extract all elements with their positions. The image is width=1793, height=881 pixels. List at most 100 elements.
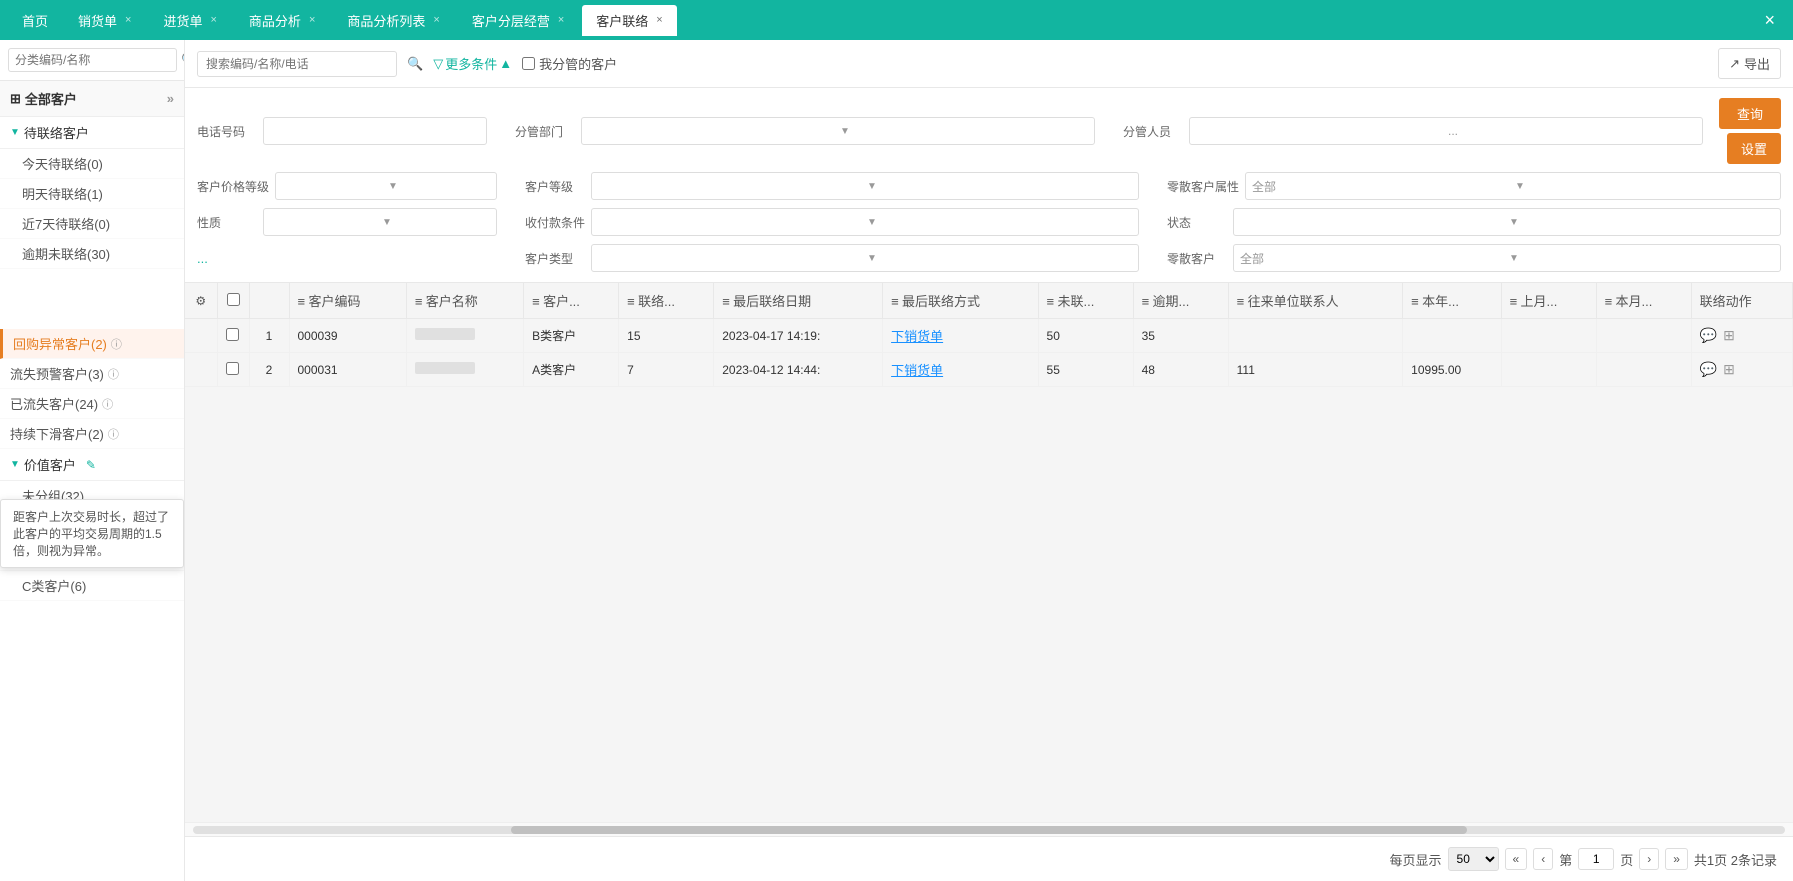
nav-tab-product-analysis-list[interactable]: 商品分析列表 ×	[333, 5, 453, 36]
query-button[interactable]: 查询	[1719, 98, 1781, 129]
unreached-column-header[interactable]: ≡ 未联...	[1038, 283, 1133, 319]
filter-search-icon[interactable]: 🔍	[407, 56, 423, 72]
retail-customer-select[interactable]: 全部 ▼	[1233, 244, 1781, 272]
phone-input[interactable]	[263, 117, 487, 145]
per-page-select[interactable]: 50 100 200	[1448, 847, 1499, 871]
customers-table: ⚙ ≡ 客户编码 ≡ 客户名称 ≡ 客户...	[185, 283, 1793, 387]
phone-filter-field: 电话号码	[197, 117, 487, 145]
sidebar-item-lost-predicted[interactable]: 流失预警客户(3) ⓘ	[0, 359, 184, 389]
sidebar-search-input[interactable]	[8, 48, 177, 72]
main-layout: 🔍 ⊞ 全部客户 » ▼ 待联络客户 今天待联络(0) 明天待联络(1) 近7天…	[0, 40, 1793, 881]
retail-attr-caret-icon: ▼	[1515, 181, 1774, 192]
nav-tab-customer-layered[interactable]: 客户分层经营 ×	[458, 5, 578, 36]
row1-last-contact-method-cell[interactable]: 下销货单	[883, 319, 1038, 353]
horizontal-scrollbar[interactable]	[185, 822, 1793, 836]
nav-tab-customer-contact[interactable]: 客户联络 ×	[582, 5, 676, 36]
last-month-column-header[interactable]: ≡ 上月...	[1501, 283, 1596, 319]
sidebar-item-repurchase-abnormal[interactable]: 回购异常客户(2) ⓘ	[0, 329, 184, 359]
triangle-icon: ▼	[10, 127, 20, 138]
sidebar-item-tomorrow-pending[interactable]: 明天待联络(1)	[0, 179, 184, 209]
status-select[interactable]: ▼	[1233, 208, 1781, 236]
first-page-button[interactable]: «	[1505, 848, 1528, 870]
nav-tab-product-analysis[interactable]: 商品分析 ×	[235, 5, 329, 36]
row2-contact-method-link[interactable]: 下销货单	[891, 363, 943, 378]
next-page-button[interactable]: ›	[1639, 848, 1659, 870]
sidebar-value-customers-group[interactable]: ▼ 价值客户 ✎	[0, 449, 184, 481]
sidebar-item-week-pending[interactable]: 近7天待联络(0)	[0, 209, 184, 239]
payment-terms-field: 收付款条件 ▼	[525, 208, 1139, 236]
page-input[interactable]	[1578, 848, 1614, 870]
code-column-header[interactable]: ≡ 客户编码	[289, 283, 406, 319]
overdue-column-header[interactable]: ≡ 逾期...	[1133, 283, 1228, 319]
close-customer-layered-tab-icon[interactable]: ×	[558, 14, 564, 26]
gender-field: 性质 ▼	[197, 208, 497, 236]
row2-num-cell: 2	[249, 353, 289, 387]
window-close-button[interactable]: ×	[1756, 10, 1783, 31]
row2-chat-icon[interactable]: 💬	[1700, 361, 1717, 378]
customer-grade-select[interactable]: ▼	[591, 172, 1139, 200]
last-page-button[interactable]: »	[1665, 848, 1688, 870]
my-customers-filter[interactable]: 我分管的客户	[522, 54, 617, 73]
edit-icon[interactable]: ✎	[86, 458, 96, 472]
row2-check-cell[interactable]	[217, 353, 249, 387]
last-contact-method-column-header[interactable]: ≡ 最后联络方式	[883, 283, 1038, 319]
gender-select[interactable]: ▼	[263, 208, 497, 236]
more-conditions-button[interactable]: ▽ 更多条件 ▲	[433, 54, 512, 73]
gender-caret-icon: ▼	[382, 217, 490, 228]
export-button[interactable]: ↗ 导出	[1718, 48, 1781, 79]
this-month-column-header[interactable]: ≡ 本月...	[1596, 283, 1691, 319]
close-sales-tab-icon[interactable]: ×	[125, 14, 131, 26]
sidebar-collapse-icon[interactable]: »	[167, 91, 174, 106]
gear-column-header[interactable]: ⚙	[185, 283, 217, 319]
search-input[interactable]	[197, 51, 397, 77]
pagination: 每页显示 50 100 200 « ‹ 第 页 › » 共1页 2条记录	[185, 836, 1793, 881]
sidebar-item-already-lost[interactable]: 已流失客户(24) ⓘ	[0, 389, 184, 419]
row1-chat-icon[interactable]: 💬	[1700, 327, 1717, 344]
row2-last-contact-method-cell[interactable]: 下销货单	[883, 353, 1038, 387]
branch-person-label: 分管人员	[1123, 123, 1183, 140]
payment-caret-icon: ▼	[867, 217, 1132, 228]
customer-type-select[interactable]: ▼	[591, 244, 1139, 272]
my-customers-checkbox[interactable]	[522, 57, 535, 70]
branch-dept-select[interactable]: ▼	[581, 117, 1095, 145]
nav-home[interactable]: 首页	[10, 5, 60, 36]
contact-column-header[interactable]: ≡ 联络...	[619, 283, 714, 319]
row2-grid-icon[interactable]: ⊞	[1723, 361, 1735, 378]
close-purchase-tab-icon[interactable]: ×	[210, 14, 216, 26]
retail-attr-select[interactable]: 全部 ▼	[1245, 172, 1781, 200]
branch-person-select[interactable]: ...	[1189, 117, 1703, 145]
nav-tab-sales[interactable]: 销货单 ×	[64, 5, 145, 36]
sidebar-item-continuous-down[interactable]: 持续下滑客户(2) ⓘ	[0, 419, 184, 449]
payment-terms-select[interactable]: ▼	[591, 208, 1139, 236]
row2-checkbox[interactable]	[226, 362, 239, 375]
select-all-checkbox[interactable]	[227, 293, 240, 306]
last-contact-date-column-header[interactable]: ≡ 最后联络日期	[714, 283, 883, 319]
info-icon: ⓘ	[111, 336, 122, 352]
sidebar-pending-contact-group[interactable]: ▼ 待联络客户	[0, 117, 184, 149]
close-customer-contact-tab-icon[interactable]: ×	[656, 14, 662, 26]
settings-button[interactable]: 设置	[1727, 133, 1781, 164]
row1-check-cell[interactable]	[217, 319, 249, 353]
customer-price-grade-select[interactable]: ▼	[275, 172, 497, 200]
this-year-column-header[interactable]: ≡ 本年...	[1403, 283, 1501, 319]
row1-contact-method-link[interactable]: 下销货单	[891, 329, 943, 344]
sidebar-item-overdue-pending[interactable]: 逾期未联络(30)	[0, 239, 184, 269]
nav-tab-purchase[interactable]: 进货单 ×	[149, 5, 230, 36]
row1-checkbox[interactable]	[226, 328, 239, 341]
unit-contact-column-header[interactable]: ≡ 往来单位联系人	[1228, 283, 1403, 319]
close-product-analysis-tab-icon[interactable]: ×	[309, 14, 315, 26]
filter-row-2: 客户价格等级 ▼ 客户等级 ▼ 零散客户属性 全部	[197, 172, 1781, 200]
row1-grid-icon[interactable]: ⊞	[1723, 327, 1735, 344]
sidebar-all-customers-header[interactable]: ⊞ 全部客户 »	[0, 81, 184, 117]
sidebar-item-class-c[interactable]: C类客户(6)	[0, 571, 184, 601]
close-product-list-tab-icon[interactable]: ×	[433, 14, 439, 26]
name-column-header[interactable]: ≡ 客户名称	[406, 283, 523, 319]
row2-this-month-cell	[1596, 353, 1691, 387]
page-suffix: 页	[1620, 850, 1633, 869]
type-column-header[interactable]: ≡ 客户...	[524, 283, 619, 319]
total-records-label: 共1页 2条记录	[1694, 850, 1777, 869]
filter-icon: ▽	[433, 56, 443, 72]
sidebar-item-today-pending[interactable]: 今天待联络(0)	[0, 149, 184, 179]
prev-page-button[interactable]: ‹	[1533, 848, 1553, 870]
table-scroll-wrapper[interactable]: ⚙ ≡ 客户编码 ≡ 客户名称 ≡ 客户...	[185, 283, 1793, 822]
